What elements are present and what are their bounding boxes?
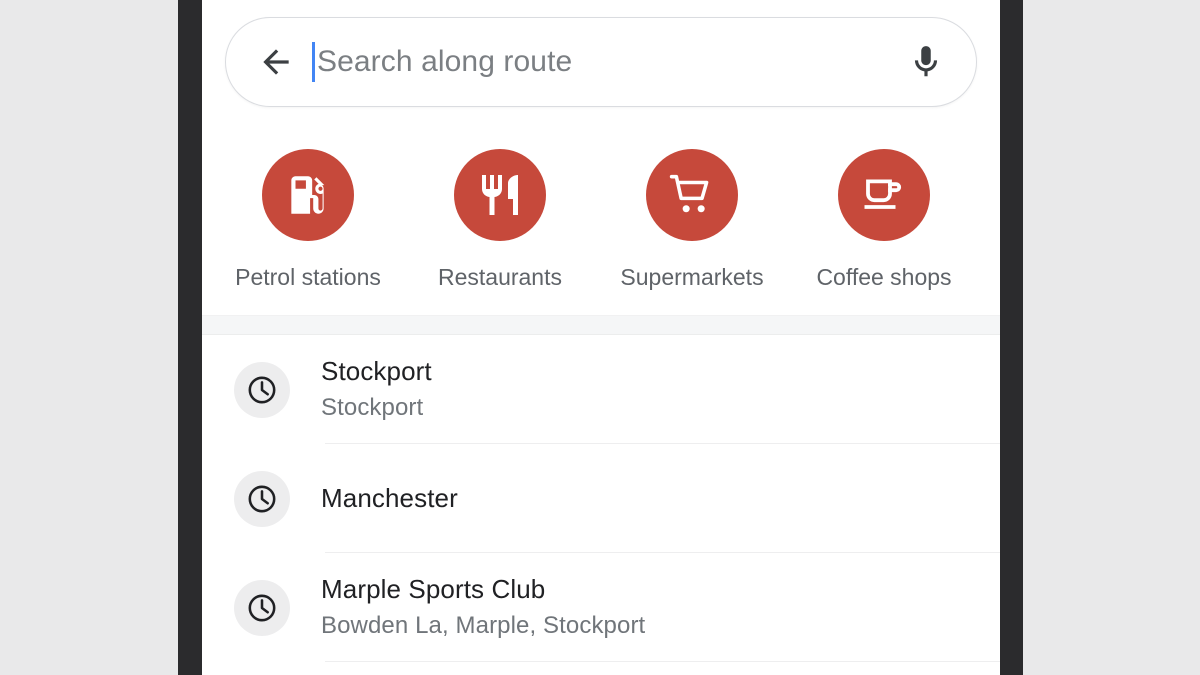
search-header: Search along route	[202, 0, 1000, 124]
list-item-text: Stockport Stockport	[321, 356, 432, 423]
section-separator	[202, 315, 1000, 335]
category-label: Restaurants	[437, 264, 562, 290]
list-item-subtitle: Stockport	[321, 393, 424, 421]
category-petrol-stations[interactable]: Petrol stations	[212, 124, 404, 291]
fuel-pump-icon	[283, 170, 333, 220]
list-divider	[325, 661, 1000, 662]
category-label: Coffee shops	[816, 264, 952, 290]
device-bezel-left	[178, 0, 202, 675]
category-coffee-shops[interactable]: Coffee shops	[788, 124, 980, 291]
app-viewport: Search along route Petrol stations Resta…	[202, 0, 1000, 675]
suggestion-list: Stockport Stockport Manchester Marple Sp…	[202, 335, 1000, 675]
page-background-left	[0, 0, 178, 675]
category-icon-badge	[262, 149, 354, 241]
clock-history-icon	[245, 482, 279, 516]
back-button[interactable]	[248, 34, 304, 90]
screenshot-root: Search along route Petrol stations Resta…	[0, 0, 1200, 675]
list-item-text: Manchester	[321, 483, 458, 515]
category-icon-badge	[646, 149, 738, 241]
history-icon-badge	[234, 579, 290, 636]
list-item-subtitle: Bowden La, Marple, Stockport	[321, 611, 646, 639]
list-item-title: Stockport	[321, 356, 432, 387]
clock-history-icon	[245, 373, 279, 407]
list-item[interactable]: Stockport Stockport	[202, 335, 1000, 444]
text-cursor	[312, 42, 315, 82]
restaurant-icon	[476, 171, 524, 219]
category-restaurants[interactable]: Restaurants	[404, 124, 596, 291]
search-input[interactable]: Search along route	[317, 45, 896, 79]
history-icon-badge	[234, 361, 290, 418]
shopping-cart-icon	[667, 170, 717, 220]
list-item-title: Manchester	[321, 482, 458, 513]
list-item[interactable]: Manchester	[202, 444, 1000, 553]
search-bar[interactable]: Search along route	[225, 17, 977, 107]
clock-history-icon	[245, 591, 279, 625]
history-icon-badge	[234, 470, 290, 527]
coffee-cup-icon	[860, 171, 908, 219]
category-icon-badge	[454, 149, 546, 241]
device-bezel-right	[1000, 0, 1023, 675]
list-item-text: Marple Sports Club Bowden La, Marple, St…	[321, 574, 645, 641]
category-supermarkets[interactable]: Supermarkets	[596, 124, 788, 291]
list-item-title: Marple Sports Club	[321, 574, 546, 605]
page-background-right	[1023, 0, 1200, 675]
category-icon-badge	[838, 149, 930, 241]
list-item[interactable]: Marple Sports Club Bowden La, Marple, St…	[202, 553, 1000, 662]
category-shortcuts: Petrol stations Restaurants Supermarkets…	[202, 124, 1000, 315]
category-label: Petrol stations	[235, 264, 381, 290]
back-arrow-icon	[257, 43, 295, 81]
voice-search-button[interactable]	[896, 32, 956, 92]
microphone-icon	[907, 43, 945, 81]
category-label: Supermarkets	[620, 264, 764, 290]
